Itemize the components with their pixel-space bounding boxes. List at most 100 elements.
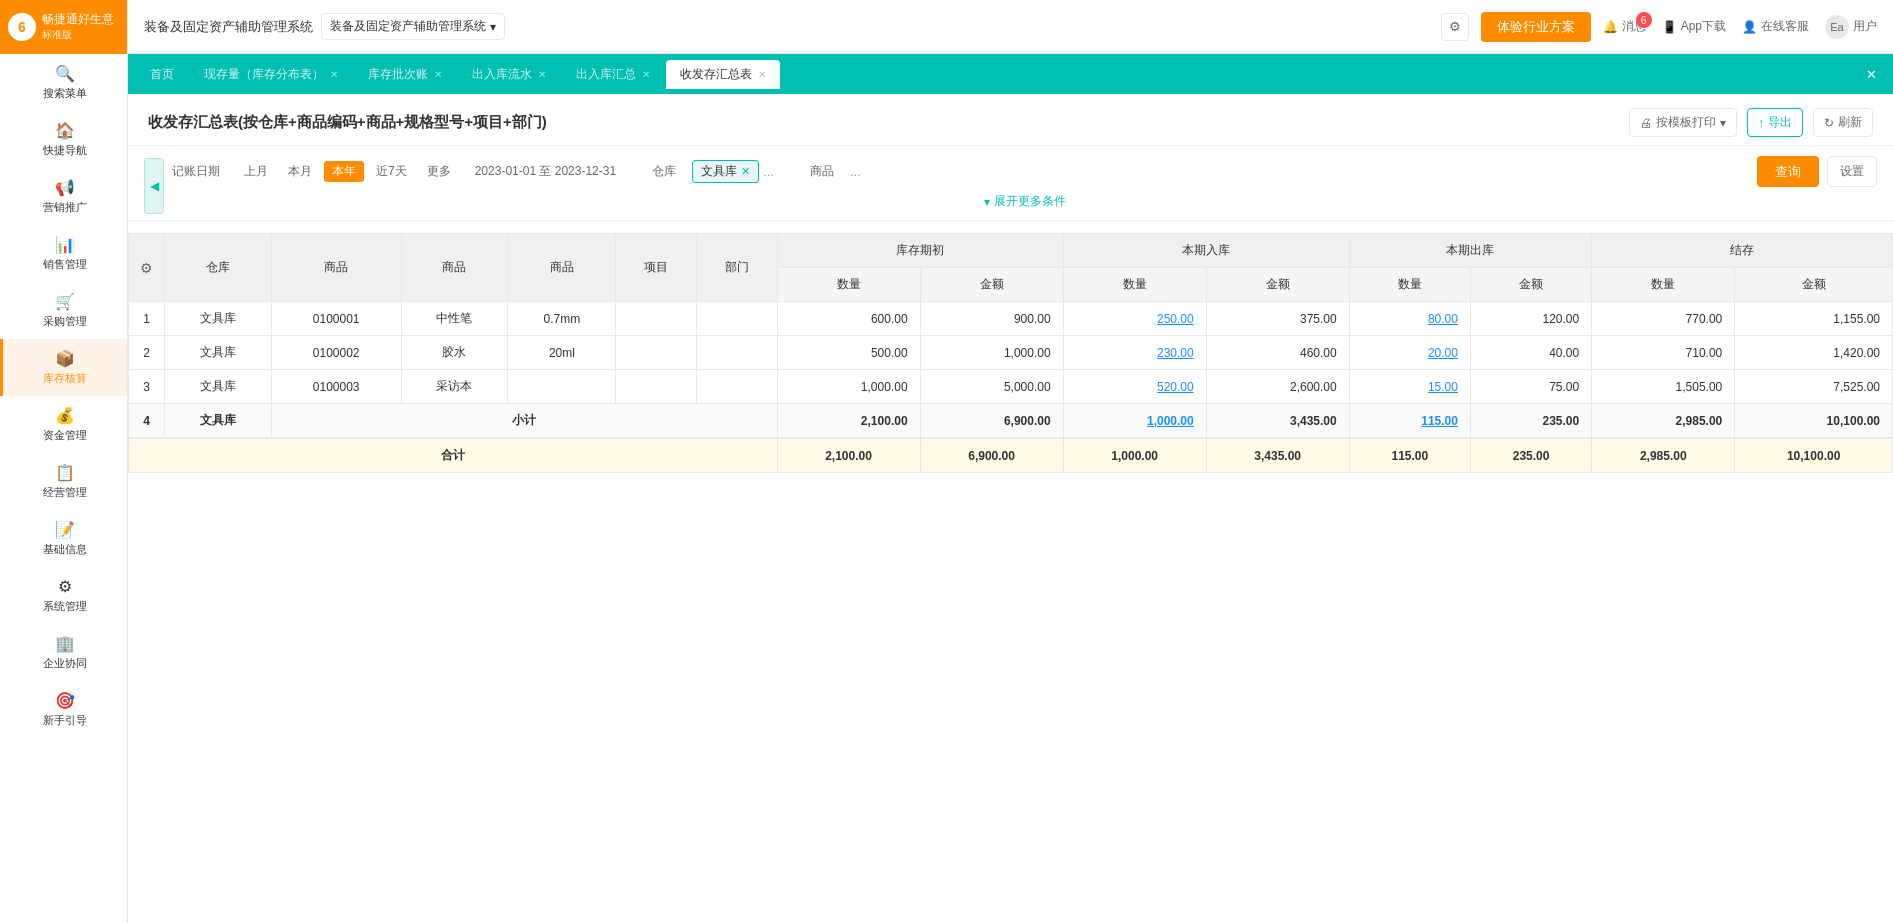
filter-area: ◀ 记账日期 上月 本月 本年 近7天 更多 2023-01-01 至 2023… [128,146,1893,221]
sidebar-label-basic-info: 基础信息 [43,542,87,557]
export-icon: ↑ [1758,116,1764,130]
row-warehouse: 文具库 [165,336,272,370]
topbar-title-area: 装备及固定资产辅助管理系统 装备及固定资产辅助管理系统 ▾ [144,13,1429,40]
subtotal-in-qty[interactable]: 1,000.00 [1063,404,1206,439]
col-closing-header: 结存 [1592,234,1893,268]
col-out-qty-header: 数量 [1349,268,1470,302]
row-closing-qty: 770.00 [1592,302,1735,336]
page-title: 收发存汇总表(按仓库+商品编码+商品+规格型号+项目+部门) [148,113,547,132]
sidebar-item-enterprise[interactable]: 🏢 企业协同 [0,624,127,681]
row-closing-qty: 1,505.00 [1592,370,1735,404]
table-row: 3 文具库 0100003 采访本 1,000.00 5,000.00 520.… [129,370,1893,404]
tab-batch-ledger[interactable]: 库存批次账 ✕ [354,60,456,89]
subtotal-out-qty[interactable]: 115.00 [1349,404,1470,439]
export-label: 导出 [1768,114,1792,131]
notification-btn[interactable]: 🔔 消息 6 [1603,18,1646,35]
tab-summary-close[interactable]: ✕ [642,69,650,80]
row-in-qty[interactable]: 230.00 [1063,336,1206,370]
tab-home[interactable]: 首页 [136,60,188,89]
system-icon: ⚙ [58,577,72,596]
sidebar-label-sales: 销售管理 [43,257,87,272]
sidebar-item-business[interactable]: 📋 经营管理 [0,453,127,510]
enterprise-icon: 🏢 [55,634,75,653]
row-dept [697,302,778,336]
row-seq: 2 [129,336,165,370]
row-opening-qty: 500.00 [777,336,920,370]
tab-recv-send-close[interactable]: ✕ [758,69,766,80]
export-btn[interactable]: ↑ 导出 [1747,108,1803,137]
sidebar-item-marketing[interactable]: 📢 营销推广 [0,168,127,225]
row-project [616,370,697,404]
settings-gear-btn[interactable]: ⚙ [1441,13,1469,41]
marketing-icon: 📢 [55,178,75,197]
row-code: 0100003 [271,370,401,404]
row-opening-amt: 5,000.00 [920,370,1063,404]
online-support-btn[interactable]: 👤 在线客服 [1742,18,1809,35]
sidebar-item-inventory[interactable]: 📦 库存核算 [0,339,127,396]
system-select[interactable]: 装备及固定资产辅助管理系统 ▾ [321,13,505,40]
row-name: 胶水 [401,336,508,370]
tab-inventory-dist-close[interactable]: ✕ [330,69,338,80]
total-out-amt: 235.00 [1470,438,1591,473]
warehouse-tag-text: 文具库 [701,163,737,180]
sidebar-item-finance[interactable]: 💰 资金管理 [0,396,127,453]
print-btn[interactable]: 🖨 按模板打印 ▾ [1629,108,1737,137]
close-all-tabs-btn[interactable]: ✕ [1858,67,1885,82]
tab-batch-ledger-close[interactable]: ✕ [434,69,442,80]
product-more-btn[interactable]: ... [850,164,861,179]
guide-icon: 🎯 [55,691,75,710]
sidebar-item-purchase[interactable]: 🛒 采购管理 [0,282,127,339]
warehouse-tag-close[interactable]: ✕ [741,165,750,178]
expand-filter-btn[interactable]: ▾ 展开更多条件 [984,193,1066,210]
col-warehouse-header: 仓库 [165,234,272,302]
row-in-amt: 2,600.00 [1206,370,1349,404]
row-out-amt: 75.00 [1470,370,1591,404]
warehouse-more-btn[interactable]: ... [763,164,774,179]
date-option-this-month[interactable]: 本月 [280,161,320,182]
tab-home-label: 首页 [150,66,174,83]
trial-btn[interactable]: 体验行业方案 [1481,12,1591,42]
refresh-btn[interactable]: ↻ 刷新 [1813,108,1873,137]
subtotal-out-amt: 235.00 [1470,404,1591,439]
filter-settings-btn[interactable]: 设置 [1827,156,1877,187]
query-btn[interactable]: 查询 [1757,156,1819,187]
row-spec: 20ml [508,336,616,370]
row-dept [697,370,778,404]
row-out-qty[interactable]: 20.00 [1349,336,1470,370]
sidebar-item-basic-info[interactable]: 📝 基础信息 [0,510,127,567]
product-label: 商品 [810,163,834,180]
row-project [616,336,697,370]
table-settings-icon[interactable]: ⚙ [140,260,153,276]
tab-recv-send[interactable]: 收发存汇总表 ✕ [666,60,780,89]
filter-collapse-btn[interactable]: ◀ [144,158,164,214]
row-in-qty[interactable]: 250.00 [1063,302,1206,336]
row-warehouse: 文具库 [165,370,272,404]
date-option-last-month[interactable]: 上月 [236,161,276,182]
sidebar-item-search[interactable]: 🔍 搜索菜单 [0,54,127,111]
sidebar-label-guide: 新手引导 [43,713,87,728]
subtotal-in-amt: 3,435.00 [1206,404,1349,439]
tab-inventory-dist[interactable]: 现存量（库存分布表） ✕ [190,60,352,89]
expand-label: 展开更多条件 [994,193,1066,210]
tab-flow[interactable]: 出入库流水 ✕ [458,60,560,89]
subtotal-seq: 4 [129,404,165,439]
sidebar-label-business: 经营管理 [43,485,87,500]
date-option-more[interactable]: 更多 [419,161,459,182]
date-option-this-year[interactable]: 本年 [324,161,364,182]
sidebar-item-system[interactable]: ⚙ 系统管理 [0,567,127,624]
row-out-qty[interactable]: 80.00 [1349,302,1470,336]
sidebar-item-sales[interactable]: 📊 销售管理 [0,225,127,282]
row-seq: 3 [129,370,165,404]
tab-summary[interactable]: 出入库汇总 ✕ [562,60,664,89]
row-dept [697,336,778,370]
topbar-right: 🔔 消息 6 📱 App下载 👤 在线客服 Ea 用户 [1603,15,1877,39]
sidebar-item-quick-nav[interactable]: 🏠 快捷导航 [0,111,127,168]
app-download-btn[interactable]: 📱 App下载 [1662,18,1726,35]
user-menu-btn[interactable]: Ea 用户 [1825,15,1877,39]
date-option-7days[interactable]: 近7天 [368,161,415,182]
row-out-qty[interactable]: 15.00 [1349,370,1470,404]
row-in-qty[interactable]: 520.00 [1063,370,1206,404]
sidebar-item-guide[interactable]: 🎯 新手引导 [0,681,127,738]
tab-flow-close[interactable]: ✕ [538,69,546,80]
total-in-qty: 1,000.00 [1063,438,1206,473]
